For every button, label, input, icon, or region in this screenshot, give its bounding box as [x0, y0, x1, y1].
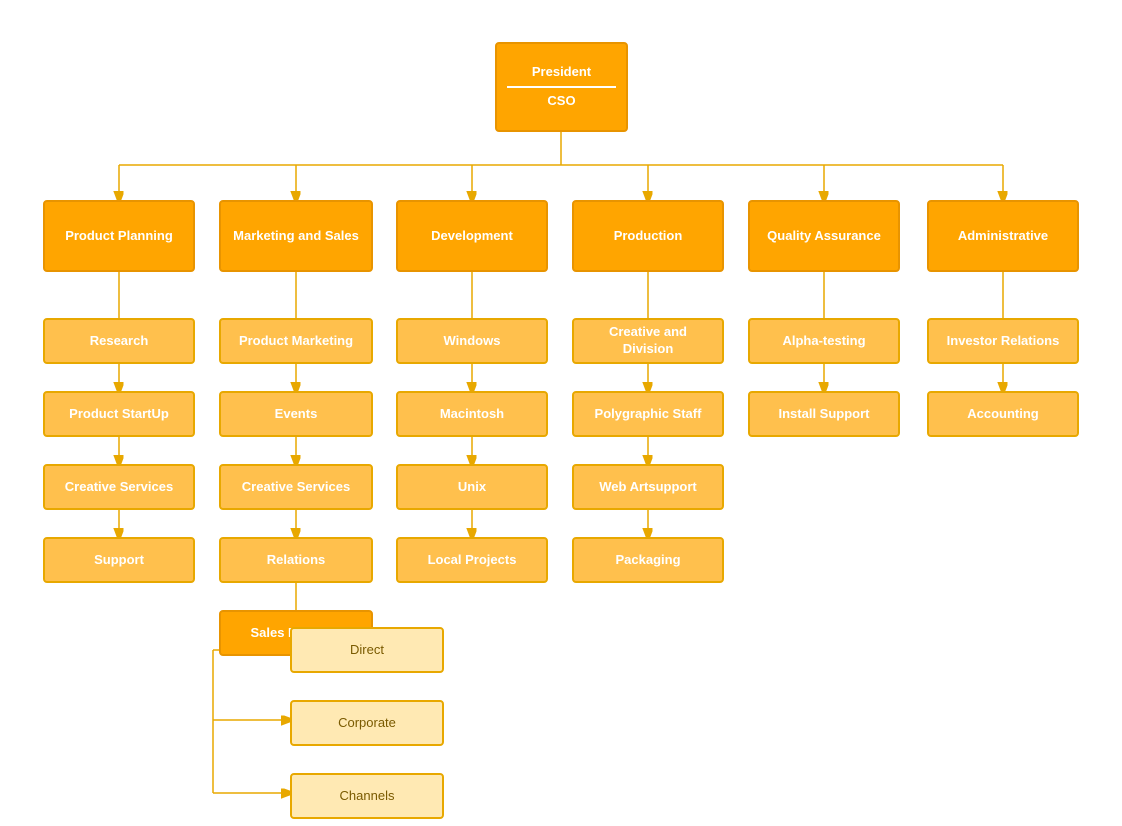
- l2-product-startup[interactable]: Product StartUp: [43, 391, 195, 437]
- l2-support[interactable]: Support: [43, 537, 195, 583]
- l3-corporate[interactable]: Corporate: [290, 700, 444, 746]
- l3-channels[interactable]: Channels: [290, 773, 444, 819]
- root-subtitle: CSO: [547, 93, 575, 110]
- l2-research[interactable]: Research: [43, 318, 195, 364]
- l2-web-artsupport[interactable]: Web Artsupport: [572, 464, 724, 510]
- l2-local-projects[interactable]: Local Projects: [396, 537, 548, 583]
- l2-investor-relations[interactable]: Investor Relations: [927, 318, 1079, 364]
- l1-administrative[interactable]: Administrative: [927, 200, 1079, 272]
- l2-macintosh[interactable]: Macintosh: [396, 391, 548, 437]
- l1-marketing-sales[interactable]: Marketing and Sales: [219, 200, 373, 272]
- l2-alpha-testing[interactable]: Alpha-testing: [748, 318, 900, 364]
- l2-unix[interactable]: Unix: [396, 464, 548, 510]
- l2-install-support[interactable]: Install Support: [748, 391, 900, 437]
- l2-packaging[interactable]: Packaging: [572, 537, 724, 583]
- l2-events[interactable]: Events: [219, 391, 373, 437]
- l2-accounting[interactable]: Accounting: [927, 391, 1079, 437]
- root-title: President: [507, 64, 616, 88]
- l2-relations[interactable]: Relations: [219, 537, 373, 583]
- l2-product-marketing[interactable]: Product Marketing: [219, 318, 373, 364]
- l1-product-planning[interactable]: Product Planning: [43, 200, 195, 272]
- l3-direct[interactable]: Direct: [290, 627, 444, 673]
- root-box[interactable]: President CSO: [495, 42, 628, 132]
- l2-creative-division[interactable]: Creative and Division: [572, 318, 724, 364]
- l2-polygraphic-staff[interactable]: Polygraphic Staff: [572, 391, 724, 437]
- l2-windows[interactable]: Windows: [396, 318, 548, 364]
- l2-creative-services-1[interactable]: Creative Services: [43, 464, 195, 510]
- org-chart: President CSO Product Planning Marketing…: [0, 0, 1122, 826]
- l2-creative-services-2[interactable]: Creative Services: [219, 464, 373, 510]
- l1-quality-assurance[interactable]: Quality Assurance: [748, 200, 900, 272]
- l1-production[interactable]: Production: [572, 200, 724, 272]
- l1-development[interactable]: Development: [396, 200, 548, 272]
